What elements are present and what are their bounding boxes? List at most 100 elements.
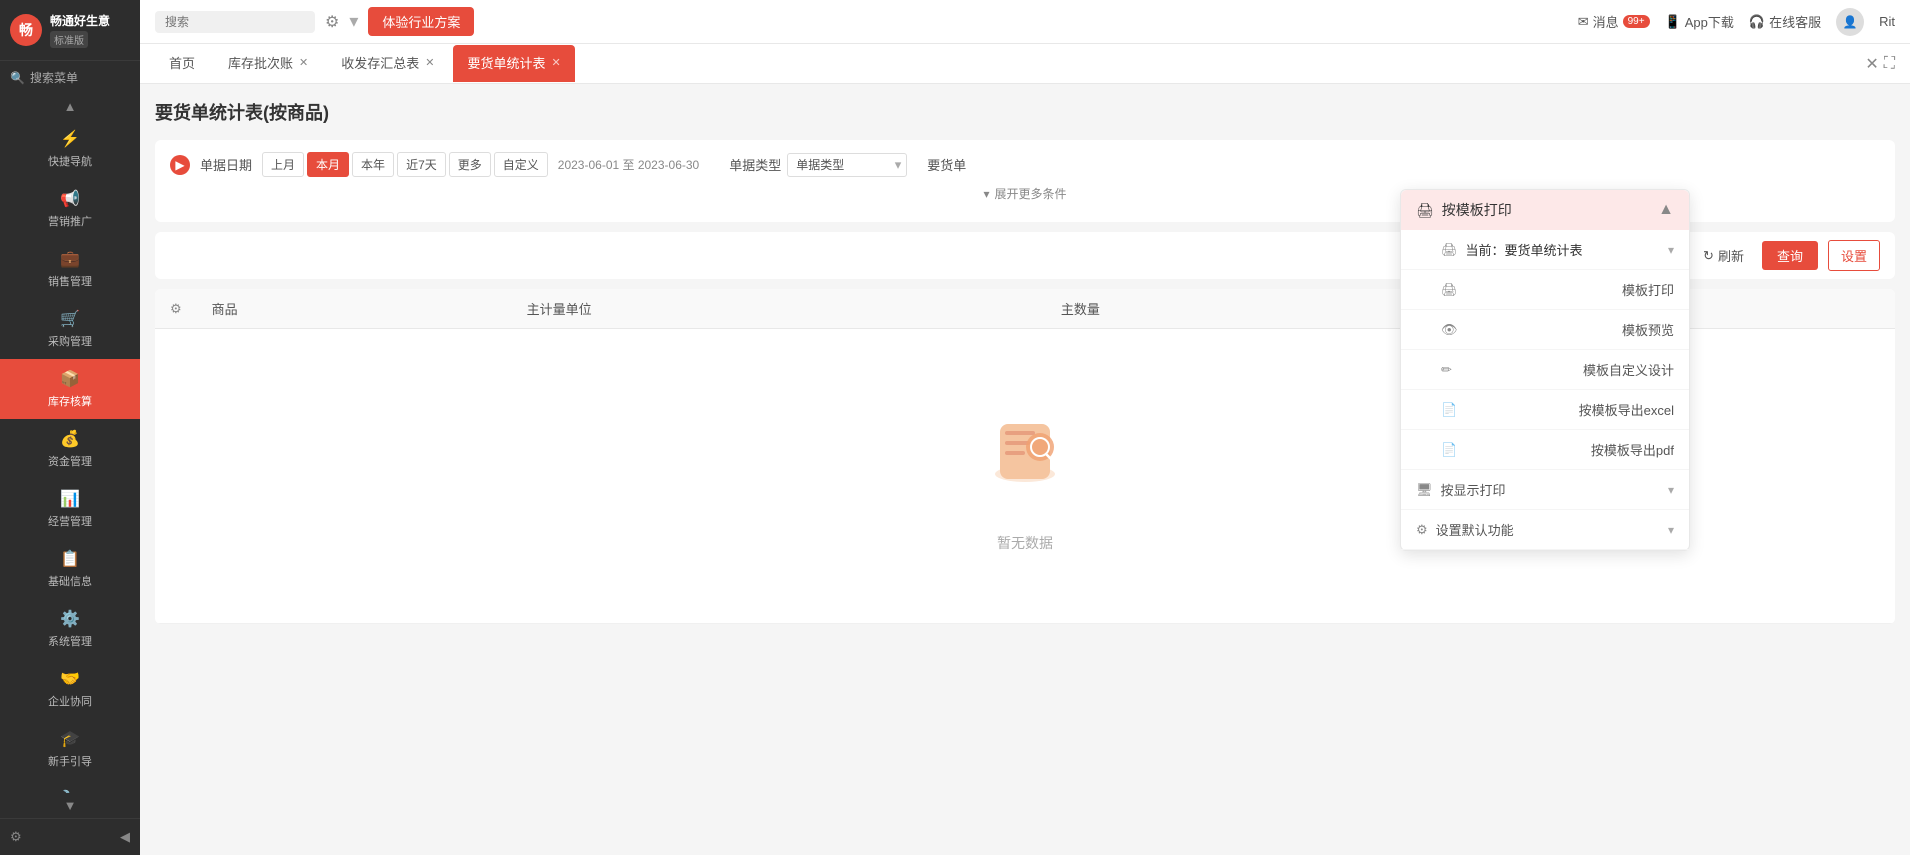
sidebar-item-label: 快捷导航 — [48, 153, 92, 169]
template-design-item[interactable]: ✏ 模板自定义设计 — [1401, 350, 1689, 390]
headset-icon: 🎧 — [1749, 14, 1765, 30]
template-print-item[interactable]: 🖨 模板打印 — [1401, 270, 1689, 310]
search-icon: 🔍 — [10, 71, 25, 85]
sidebar-item-sales[interactable]: 💼 销售管理 — [0, 239, 140, 299]
collapse-icon[interactable]: ◀ — [120, 829, 130, 845]
sidebar-item-purchase[interactable]: 🛒 采购管理 — [0, 299, 140, 359]
display-print-icon: 🖥 — [1416, 482, 1433, 498]
sidebar-search-item[interactable]: 🔍 搜索菜单 — [0, 61, 140, 94]
topbar: ⚙ ▾ 体验行业方案 ✉ 消息 99+ 📱 App下载 🎧 在线客服 👤 Rit — [140, 0, 1910, 44]
refresh-btn-label: 刷新 — [1718, 246, 1744, 265]
sidebar-item-business[interactable]: 📊 经营管理 — [0, 479, 140, 539]
expand-more-label: 展开更多条件 — [995, 185, 1067, 202]
current-template-label: 当前：要货单统计表 — [1466, 240, 1583, 259]
messages-item[interactable]: ✉ 消息 99+ — [1578, 12, 1650, 31]
sidebar-scroll-up[interactable]: ▲ — [0, 94, 140, 119]
template-design-icon: ✏ — [1441, 362, 1452, 378]
trial-button[interactable]: 体验行业方案 — [368, 7, 474, 36]
tab-requisition-stats-close[interactable]: ✕ — [552, 56, 561, 69]
print-dropdown-title-text: 按模板打印 — [1442, 200, 1512, 220]
export-pdf-item[interactable]: 📄 按模板导出pdf — [1401, 430, 1689, 470]
current-template-icon: 🖨 — [1441, 242, 1458, 258]
close-tab-button[interactable]: ✕ — [1865, 54, 1878, 74]
app-download-item[interactable]: 📱 App下载 — [1665, 12, 1734, 31]
sidebar-item-newbie[interactable]: 🎓 新手引导 — [0, 719, 140, 779]
online-service-item[interactable]: 🎧 在线客服 — [1749, 12, 1821, 31]
avatar-placeholder: 👤 — [1843, 15, 1858, 29]
tab-batch-account-close[interactable]: ✕ — [299, 56, 308, 69]
export-pdf-label: 按模板导出pdf — [1591, 440, 1674, 459]
tab-receipt-summary-close[interactable]: ✕ — [425, 56, 434, 69]
dropdown-arrow-icon[interactable]: ▾ — [349, 11, 358, 32]
sidebar-item-marketing[interactable]: 📢 营销推广 — [0, 179, 140, 239]
newbie-icon: 🎓 — [60, 729, 80, 749]
template-print-icon: 🖨 — [1441, 282, 1458, 298]
sidebar-item-appstore[interactable]: 🔧 应用中心 — [0, 779, 140, 793]
filter-row: ▶ 单据日期 上月 本月 本年 近7天 更多 自定义 2023-06-01 至 … — [170, 152, 1880, 177]
cooperation-icon: 🤝 — [60, 669, 80, 689]
current-year-btn[interactable]: 本年 — [352, 152, 394, 177]
last-month-btn[interactable]: 上月 — [262, 152, 304, 177]
col-product: 商品 — [197, 289, 512, 329]
set-default-icon: ⚙ — [1416, 522, 1428, 538]
search-input[interactable] — [155, 11, 315, 33]
sidebar-item-label: 销售管理 — [48, 273, 92, 289]
sidebar-item-inventory[interactable]: 📦 库存核算 — [0, 359, 140, 419]
sidebar-item-system[interactable]: ⚙️ 系统管理 — [0, 599, 140, 659]
type-select[interactable]: 单据类型 — [787, 153, 907, 177]
sidebar-scroll-down[interactable]: ▼ — [0, 793, 140, 818]
set-default-label: 设置默认功能 — [1436, 520, 1514, 539]
query-button[interactable]: 查询 — [1762, 241, 1818, 270]
sidebar-logo: 畅 畅通好生意 标准版 — [0, 0, 140, 61]
sidebar-item-quick-nav[interactable]: ⚡ 快捷导航 — [0, 119, 140, 179]
logo-text: 畅通好生意 标准版 — [50, 12, 110, 48]
avatar[interactable]: 👤 — [1836, 8, 1864, 36]
print-current-item[interactable]: 🖨 当前：要货单统计表 ▾ — [1401, 230, 1689, 270]
printer-icon-header: 🖨 — [1416, 202, 1434, 219]
basics-icon: 📋 — [60, 549, 80, 569]
maximize-tab-button[interactable]: ⛶ — [1884, 54, 1895, 74]
sidebar-search-label: 搜索菜单 — [30, 69, 78, 86]
inventory-icon: 📦 — [60, 369, 80, 389]
last-7-days-btn[interactable]: 近7天 — [397, 152, 446, 177]
sidebar-item-cooperation[interactable]: 🤝 企业协同 — [0, 659, 140, 719]
print-dropdown-close-icon[interactable]: ▲ — [1658, 201, 1674, 219]
settings-icon[interactable]: ⚙ — [10, 829, 22, 845]
filter-expand-toggle[interactable]: ▶ — [170, 155, 190, 175]
type-filter-group: 单据类型 单据类型 ▾ — [729, 153, 907, 177]
display-print-label: 按显示打印 — [1441, 480, 1506, 499]
more-btn[interactable]: 更多 — [449, 152, 491, 177]
gear-icon[interactable]: ⚙ — [325, 12, 339, 32]
settings-button[interactable]: 设置 — [1828, 240, 1880, 271]
sidebar-item-basics[interactable]: 📋 基础信息 — [0, 539, 140, 599]
tab-receipt-summary[interactable]: 收发存汇总表 ✕ — [327, 45, 448, 82]
refresh-icon: ↻ — [1703, 248, 1714, 264]
template-preview-item[interactable]: 👁 模板预览 — [1401, 310, 1689, 350]
template-design-label: 模板自定义设计 — [1583, 360, 1674, 379]
tab-requisition-stats[interactable]: 要货单统计表 ✕ — [453, 45, 574, 82]
display-print-section[interactable]: 🖥 按显示打印 ▾ — [1401, 470, 1689, 510]
main-content: ⚙ ▾ 体验行业方案 ✉ 消息 99+ 📱 App下载 🎧 在线客服 👤 Rit — [140, 0, 1910, 855]
sidebar-item-label: 新手引导 — [48, 753, 92, 769]
page-title: 要货单统计表(按商品) — [155, 99, 1895, 125]
sidebar-item-label: 经营管理 — [48, 513, 92, 529]
tab-home[interactable]: 首页 — [155, 45, 209, 82]
print-dropdown-title: 🖨 按模板打印 — [1416, 200, 1512, 220]
messages-badge: 99+ — [1623, 15, 1650, 28]
template-print-label: 模板打印 — [1622, 280, 1674, 299]
tab-home-label: 首页 — [169, 53, 195, 72]
sidebar-item-finance[interactable]: 💰 资金管理 — [0, 419, 140, 479]
sidebar-nav: ⚡ 快捷导航 📢 营销推广 💼 销售管理 🛒 采购管理 📦 库存核算 💰 资金管… — [0, 119, 140, 793]
custom-btn[interactable]: 自定义 — [494, 152, 548, 177]
current-month-btn[interactable]: 本月 — [307, 152, 349, 177]
table-column-settings-icon[interactable]: ⚙ — [170, 301, 182, 316]
refresh-button[interactable]: ↻ 刷新 — [1695, 241, 1752, 270]
topbar-right: ✉ 消息 99+ 📱 App下载 🎧 在线客服 👤 Rit — [1578, 8, 1895, 36]
tab-receipt-summary-label: 收发存汇总表 — [341, 53, 419, 72]
date-buttons: 上月 本月 本年 近7天 更多 自定义 — [262, 152, 548, 177]
set-default-section[interactable]: ⚙ 设置默认功能 ▾ — [1401, 510, 1689, 550]
export-excel-item[interactable]: 📄 按模板导出excel — [1401, 390, 1689, 430]
quick-nav-icon: ⚡ — [60, 129, 80, 149]
tab-batch-account[interactable]: 库存批次账 ✕ — [214, 45, 322, 82]
marketing-icon: 📢 — [60, 189, 80, 209]
